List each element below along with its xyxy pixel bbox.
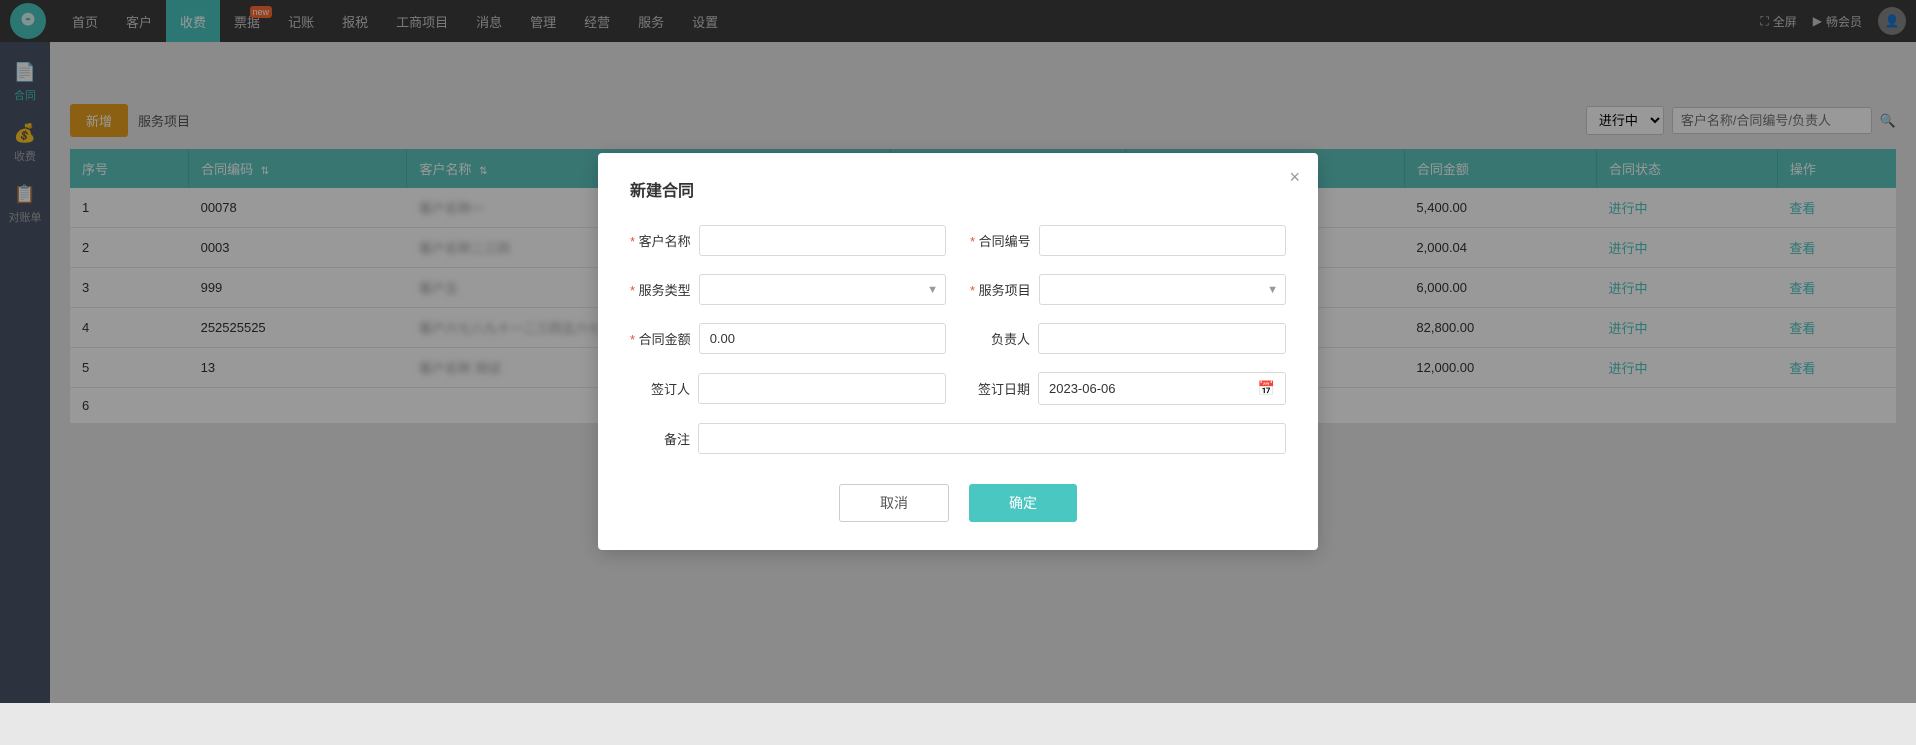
remarks-label: 备注 xyxy=(630,429,690,448)
confirm-button[interactable]: 确定 xyxy=(969,484,1077,522)
form-field-responsible: 负责人 xyxy=(970,323,1286,354)
form-field-service-type: 服务类型 ▼ xyxy=(630,274,946,305)
service-type-label: 服务类型 xyxy=(630,280,691,299)
cancel-button[interactable]: 取消 xyxy=(839,484,949,522)
form-field-sign-date: 签订日期 2023-06-06 📅 xyxy=(970,372,1286,405)
client-name-input[interactable] xyxy=(699,225,946,256)
signer-input[interactable] xyxy=(698,373,946,404)
remarks-input[interactable] xyxy=(698,423,1286,454)
service-item-select[interactable] xyxy=(1039,274,1286,305)
form-row-5: 备注 xyxy=(630,423,1286,454)
signer-label: 签订人 xyxy=(630,379,690,398)
service-type-select-wrapper: ▼ xyxy=(699,274,946,305)
sign-date-value: 2023-06-06 xyxy=(1049,381,1116,396)
sign-date-picker[interactable]: 2023-06-06 📅 xyxy=(1038,372,1286,405)
form-field-remarks: 备注 xyxy=(630,423,1286,454)
calendar-icon[interactable]: 📅 xyxy=(1258,380,1275,397)
form-row-3: 合同金额 负责人 xyxy=(630,323,1286,354)
contract-no-input[interactable] xyxy=(1039,225,1286,256)
form-row-1: 客户名称 合同编号 xyxy=(630,225,1286,256)
form-field-amount: 合同金额 xyxy=(630,323,946,354)
form-field-contract-no: 合同编号 xyxy=(970,225,1286,256)
service-type-select[interactable] xyxy=(699,274,946,305)
form-field-client-name: 客户名称 xyxy=(630,225,946,256)
modal-footer: 取消 确定 xyxy=(630,484,1286,522)
responsible-input[interactable] xyxy=(1038,323,1286,354)
modal-overlay[interactable]: 新建合同 × 客户名称 合同编号 服务类型 ▼ xyxy=(0,0,1916,703)
service-item-select-wrapper: ▼ xyxy=(1039,274,1286,305)
service-item-label: 服务项目 xyxy=(970,280,1031,299)
modal-close-button[interactable]: × xyxy=(1289,167,1300,188)
amount-label: 合同金额 xyxy=(630,329,691,348)
amount-input[interactable] xyxy=(699,323,946,354)
form-row-2: 服务类型 ▼ 服务项目 ▼ xyxy=(630,274,1286,305)
contract-no-label: 合同编号 xyxy=(970,231,1031,250)
new-contract-modal: 新建合同 × 客户名称 合同编号 服务类型 ▼ xyxy=(598,153,1318,550)
form-field-signer: 签订人 xyxy=(630,372,946,405)
form-row-4: 签订人 签订日期 2023-06-06 📅 xyxy=(630,372,1286,405)
responsible-label: 负责人 xyxy=(970,329,1030,348)
client-name-label: 客户名称 xyxy=(630,231,691,250)
modal-title: 新建合同 xyxy=(630,177,1286,201)
form-field-service-item: 服务项目 ▼ xyxy=(970,274,1286,305)
sign-date-label: 签订日期 xyxy=(970,379,1030,398)
